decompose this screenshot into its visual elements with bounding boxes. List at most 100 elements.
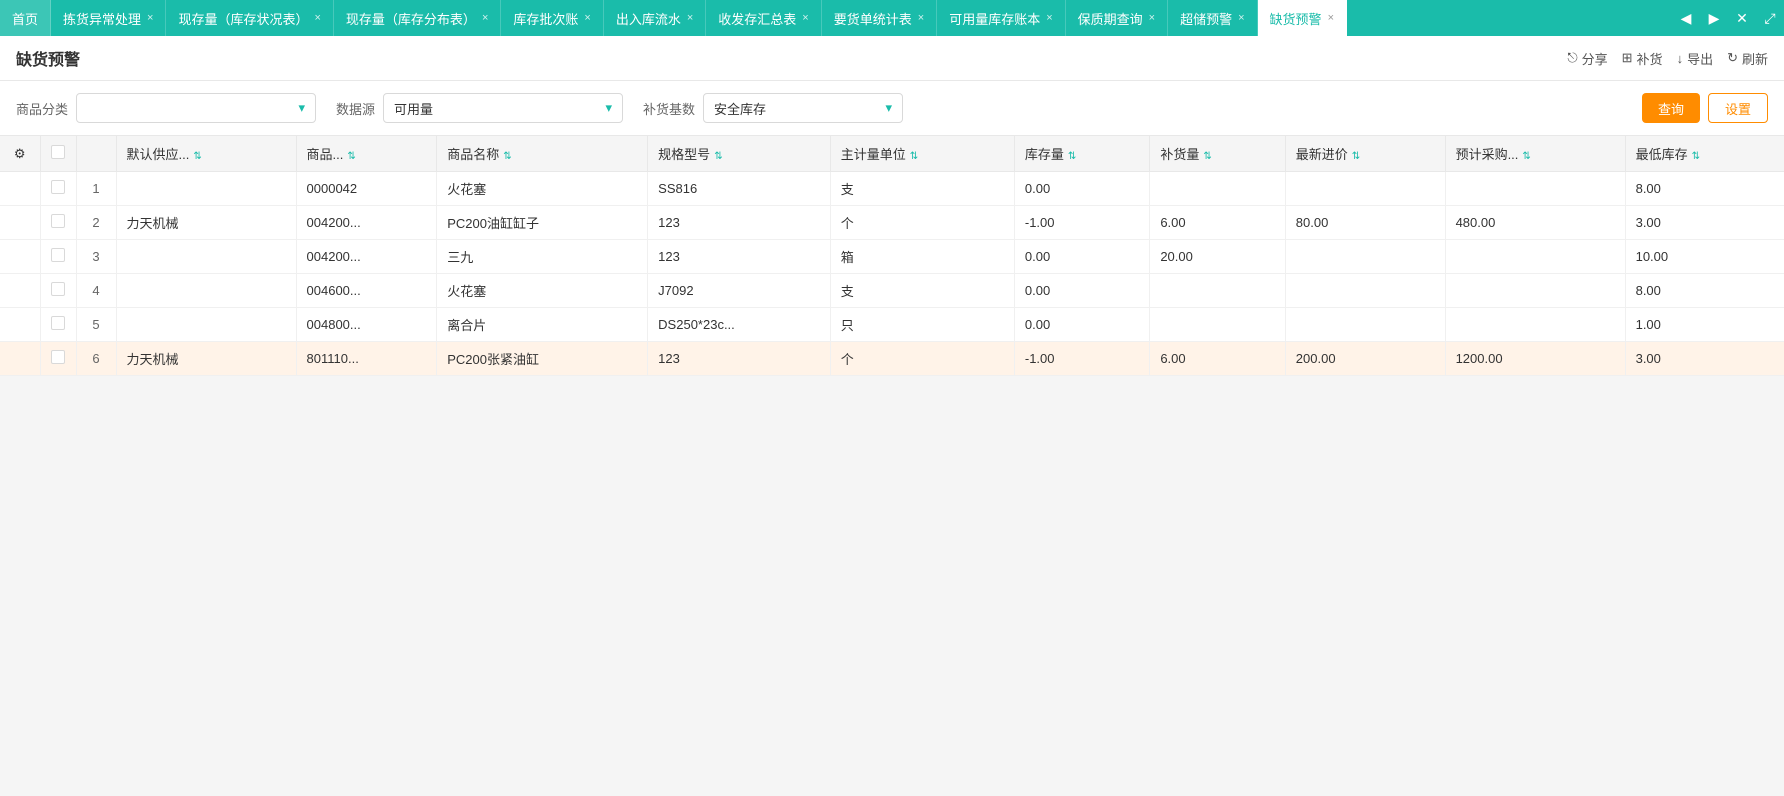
row-check-cell[interactable]	[40, 274, 76, 308]
datasource-select-value: 可用量	[394, 99, 597, 118]
tab-stock-status[interactable]: 现存量（库存状况表）×	[166, 0, 333, 36]
tab-close-icon[interactable]: ×	[482, 12, 488, 24]
tab-label: 保质期查询	[1078, 9, 1143, 28]
table-row: 2 力天机械 004200... PC200油缸缸子 123 个 -1.00 6…	[0, 206, 1784, 240]
tab-label: 缺货预警	[1270, 9, 1322, 28]
datasource-select[interactable]: 可用量 ▾	[383, 93, 623, 123]
tab-close-icon[interactable]: ×	[147, 12, 153, 24]
tab-label: 要货单统计表	[834, 9, 912, 28]
col-header-unit[interactable]: 主计量单位⇅	[830, 136, 1014, 172]
export-btn[interactable]: ↓ 导出	[1677, 49, 1714, 68]
tab-close-icon[interactable]: ×	[802, 12, 808, 24]
row-checkbox[interactable]	[51, 214, 65, 228]
row-goods-code-cell: 004200...	[296, 240, 437, 274]
page-title: 缺货预警	[16, 46, 1567, 70]
row-goods-code-cell: 004200...	[296, 206, 437, 240]
category-select[interactable]: ▾	[76, 93, 316, 123]
col-header-goods-name[interactable]: 商品名称⇅	[437, 136, 648, 172]
share-btn[interactable]: ⎋ 分享	[1567, 49, 1607, 68]
tab-inout-flow[interactable]: 出入库流水×	[604, 0, 706, 36]
col-header-goods-code[interactable]: 商品...⇅	[296, 136, 437, 172]
export-label: 导出	[1687, 49, 1713, 68]
table-row: 4 004600... 火花塞 J7092 支 0.00 8.00	[0, 274, 1784, 308]
tab-close-icon[interactable]: ×	[1238, 12, 1244, 24]
tab-fullscreen-btn[interactable]: ⤢	[1756, 0, 1784, 36]
tab-receipt-summary[interactable]: 收发存汇总表×	[706, 0, 821, 36]
col-spec-label: 规格型号	[658, 147, 710, 162]
tab-abnormal[interactable]: 拣货异常处理 ×	[51, 0, 166, 36]
col-header-latest-price[interactable]: 最新进价⇅	[1285, 136, 1445, 172]
tab-close-icon[interactable]: ×	[918, 12, 924, 24]
replenish-base-select[interactable]: 安全库存 ▾	[703, 93, 903, 123]
col-min-stock-sort-icon: ⇅	[1692, 151, 1700, 162]
tab-close-icon[interactable]: ×	[1328, 12, 1334, 24]
tab-close-btn[interactable]: ✕	[1728, 0, 1756, 36]
row-checkbox[interactable]	[51, 180, 65, 194]
tab-label: 拣货异常处理	[63, 9, 141, 28]
row-check-cell[interactable]	[40, 308, 76, 342]
row-settings-cell	[0, 342, 40, 376]
row-check-cell[interactable]	[40, 240, 76, 274]
tab-close-icon[interactable]: ×	[314, 12, 320, 24]
col-header-min-stock[interactable]: 最低库存 ⇅	[1625, 136, 1784, 172]
tab-close-icon[interactable]: ×	[1149, 12, 1155, 24]
col-header-spec[interactable]: 规格型号 ⇅	[648, 136, 831, 172]
col-header-stock-qty[interactable]: 库存量⇅	[1014, 136, 1149, 172]
row-goods-name-cell: PC200张紧油缸	[437, 342, 648, 376]
row-min-stock-cell: 8.00	[1625, 274, 1784, 308]
row-replenish-qty-cell: 20.00	[1150, 240, 1285, 274]
row-goods-code-cell: 004600...	[296, 274, 437, 308]
tab-close-icon[interactable]: ×	[584, 12, 590, 24]
refresh-btn[interactable]: ↻ 刷新	[1727, 49, 1768, 68]
row-checkbox[interactable]	[51, 350, 65, 364]
header-checkbox[interactable]	[51, 145, 65, 159]
row-index-cell: 1	[76, 172, 116, 206]
col-header-check[interactable]	[40, 136, 76, 172]
row-est-purchase-cell	[1445, 274, 1625, 308]
tab-available-ledger[interactable]: 可用量库存账本×	[937, 0, 1065, 36]
col-header-est-purchase[interactable]: 预计采购...⇅	[1445, 136, 1625, 172]
tab-batch-account[interactable]: 库存批次账×	[501, 0, 603, 36]
row-check-cell[interactable]	[40, 172, 76, 206]
col-header-index	[76, 136, 116, 172]
row-stock-qty-cell: 0.00	[1014, 274, 1149, 308]
row-settings-cell	[0, 308, 40, 342]
col-stock-qty-sort-icon: ⇅	[1068, 151, 1076, 162]
replenish-btn[interactable]: ⊞ 补货	[1622, 49, 1663, 68]
tab-prev-btn[interactable]: ◀	[1672, 0, 1700, 36]
row-check-cell[interactable]	[40, 342, 76, 376]
tab-shortage-warning[interactable]: 缺货预警 ×	[1258, 0, 1347, 36]
query-button[interactable]: 查询	[1642, 93, 1700, 123]
tab-close-icon[interactable]: ×	[1046, 12, 1052, 24]
tab-close-icon[interactable]: ×	[687, 12, 693, 24]
col-est-purchase-sort-icon: ⇅	[1522, 151, 1530, 162]
tab-stock-dist[interactable]: 现存量（库存分布表）×	[334, 0, 501, 36]
row-settings-cell	[0, 206, 40, 240]
col-header-settings[interactable]: ⚙	[0, 136, 40, 172]
col-supplier-label: 默认供应...	[127, 147, 190, 162]
row-unit-cell: 支	[830, 172, 1014, 206]
tab-next-btn[interactable]: ▶	[1700, 0, 1728, 36]
row-check-cell[interactable]	[40, 206, 76, 240]
tab-expiry-query[interactable]: 保质期查询 ×	[1066, 0, 1168, 36]
row-spec-cell: DS250*23c...	[648, 308, 831, 342]
row-checkbox[interactable]	[51, 282, 65, 296]
row-latest-price-cell	[1285, 240, 1445, 274]
row-index-cell: 4	[76, 274, 116, 308]
row-replenish-qty-cell: 6.00	[1150, 342, 1285, 376]
col-min-stock-label: 最低库存	[1636, 147, 1688, 162]
page-header: 缺货预警 ⎋ 分享 ⊞ 补货 ↓ 导出 ↻ 刷新	[0, 36, 1784, 81]
tab-home[interactable]: 首页	[0, 0, 51, 36]
col-spec-sort-icon: ⇅	[714, 151, 722, 162]
row-checkbox[interactable]	[51, 248, 65, 262]
replenish-base-filter-group: 补货基数 安全库存 ▾	[643, 93, 903, 123]
settings-button[interactable]: 设置	[1708, 93, 1768, 123]
tab-overstock-warning[interactable]: 超储预警×	[1168, 0, 1257, 36]
row-checkbox[interactable]	[51, 316, 65, 330]
col-header-supplier[interactable]: 默认供应...⇅	[116, 136, 296, 172]
category-label: 商品分类	[16, 99, 68, 118]
tab-order-stats[interactable]: 要货单统计表 ×	[822, 0, 937, 36]
col-header-replenish-qty[interactable]: 补货量⇅	[1150, 136, 1285, 172]
row-index-cell: 5	[76, 308, 116, 342]
row-supplier-cell	[116, 240, 296, 274]
